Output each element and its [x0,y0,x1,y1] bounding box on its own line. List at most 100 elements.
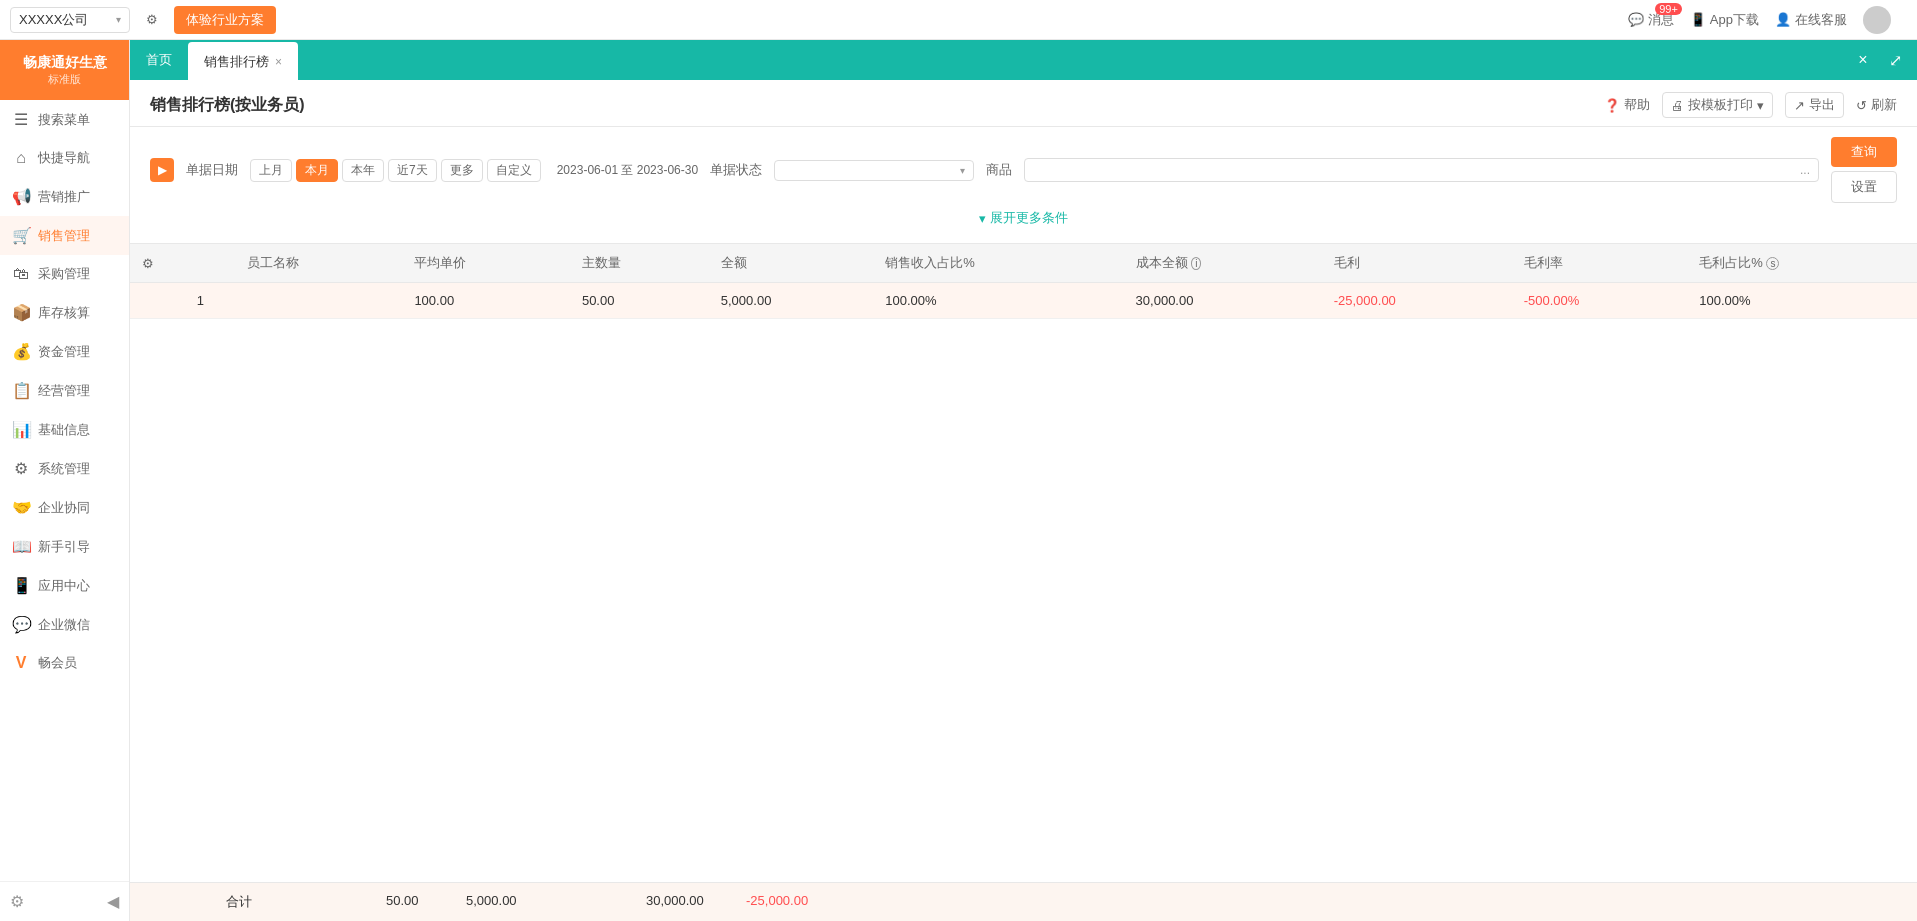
footer-cells: 合计 50.00 5,000.00 30,000.00 -25,000.00 [142,893,1905,911]
export-label: 导出 [1809,96,1835,114]
tab-bar: 首页 销售排行榜 × × ⤢ [130,40,1917,80]
sidebar-item-weixin[interactable]: 💬 企业微信 [0,605,129,644]
refresh-icon: ↺ [1856,98,1867,113]
col-amount: 全额 [709,244,873,283]
settings-button[interactable]: 设置 [1831,171,1897,203]
sidebar-label-sys-mgmt: 系统管理 [38,460,90,478]
cost-info-icon: i [1191,257,1201,270]
tab-home[interactable]: 首页 [130,40,188,80]
sidebar: 畅康通好生意 标准版 ☰ 搜索菜单 ⌂ 快捷导航 📢 营销推广 🛒 销售管理 🛍 [0,40,130,921]
date-btn-7days[interactable]: 近7天 [388,159,437,182]
col-gross-pct: 毛利占比% s [1687,244,1917,283]
window-maximize-icon[interactable]: ⤢ [1881,46,1909,74]
sidebar-label-app-center: 应用中心 [38,577,90,595]
sidebar-label-sales-mgmt: 销售管理 [38,227,90,245]
cell-cost: 30,000.00 [1124,283,1322,319]
tab-sales-ranking[interactable]: 销售排行榜 × [188,42,298,82]
basic-info-icon: 📊 [12,420,30,439]
sidebar-item-finance[interactable]: 💰 资金管理 [0,332,129,371]
window-close-icon[interactable]: × [1849,46,1877,74]
sidebar-label-member: 畅会员 [38,654,77,672]
sidebar-item-basic-info[interactable]: 📊 基础信息 [0,410,129,449]
expand-icon: ▾ [979,211,986,226]
sidebar-item-quick-nav[interactable]: ⌂ 快捷导航 [0,139,129,177]
footer-cost: 30,000.00 [634,893,734,911]
sidebar-label-ops-mgmt: 经营管理 [38,382,90,400]
print-icon: 🖨 [1671,98,1684,113]
sidebar-label-enterprise-collab: 企业协同 [38,499,90,517]
cell-settings [130,283,166,319]
filter-area: ▶ 单据日期 上月 本月 本年 近7天 更多 自定义 2023-06-01 至 … [130,127,1917,244]
date-btn-last-month[interactable]: 上月 [250,159,292,182]
message-button[interactable]: 💬 消息 99+ [1628,11,1674,29]
sidebar-label-inventory: 库存核算 [38,304,90,322]
cell-gross: -25,000.00 [1322,283,1512,319]
sidebar-item-member[interactable]: V 畅会员 [0,644,129,682]
collab-icon: 🤝 [12,498,30,517]
phone-icon: 📱 [1690,12,1706,27]
tab-close-icon[interactable]: × [275,55,282,69]
sidebar-item-app-center[interactable]: 📱 应用中心 [0,566,129,605]
sidebar-item-inventory[interactable]: 📦 库存核算 [0,293,129,332]
guide-icon: 📖 [12,537,30,556]
company-chevron-icon: ▾ [116,14,121,25]
trial-button[interactable]: 体验行业方案 [174,6,276,34]
refresh-button[interactable]: ↺ 刷新 [1856,96,1897,114]
goods-input[interactable]: ... [1024,158,1819,182]
cell-employee [235,283,403,319]
help-button[interactable]: ❓ 帮助 [1604,96,1650,114]
sidebar-collapse-button[interactable]: ◀ [107,892,119,911]
top-bar-right: 💬 消息 99+ 📱 App下载 👤 在线客服 [1628,6,1907,34]
col-gross: 毛利 [1322,244,1512,283]
date-btn-this-year[interactable]: 本年 [342,159,384,182]
help-label: 帮助 [1624,96,1650,114]
filter-toggle-button[interactable]: ▶ [150,158,174,182]
search-icon: ☰ [12,110,30,129]
footer-label: 合计 [214,893,294,911]
date-btn-more[interactable]: 更多 [441,159,483,182]
sidebar-item-marketing[interactable]: 📢 营销推广 [0,177,129,216]
sidebar-label-quick-nav: 快捷导航 [38,149,90,167]
sidebar-nav: ☰ 搜索菜单 ⌂ 快捷导航 📢 营销推广 🛒 销售管理 🛍 采购管理 📦 库 [0,100,129,881]
sidebar-item-ops-mgmt[interactable]: 📋 经营管理 [0,371,129,410]
user-avatar[interactable] [1863,6,1891,34]
cell-amount: 5,000.00 [709,283,873,319]
weixin-icon: 💬 [12,615,30,634]
col-avg-price: 平均单价 [402,244,570,283]
date-shortcuts: 上月 本月 本年 近7天 更多 自定义 [250,159,541,182]
cell-gross-rate: -500.00% [1512,283,1688,319]
action-buttons: 查询 设置 [1831,137,1897,203]
purchase-icon: 🛍 [12,265,30,283]
sidebar-label-search-order: 搜索菜单 [38,111,90,129]
top-settings-button[interactable]: ⚙ [138,6,166,34]
sidebar-settings-button[interactable]: ⚙ [10,892,24,911]
content-area: 首页 销售排行榜 × × ⤢ 销售排行榜(按业务员) ❓ 帮助 [130,40,1917,921]
message-icon: 💬 [1628,12,1644,27]
home-icon: ⌂ [12,149,30,167]
company-selector[interactable]: XXXXX公司 ▾ [10,7,130,33]
online-cs-button[interactable]: 👤 在线客服 [1775,11,1847,29]
export-button[interactable]: ↗ 导出 [1785,92,1844,118]
print-button[interactable]: 🖨 按模板打印 ▾ [1662,92,1773,118]
sidebar-label-finance: 资金管理 [38,343,90,361]
sidebar-item-enterprise-collab[interactable]: 🤝 企业协同 [0,488,129,527]
main-layout: 畅康通好生意 标准版 ☰ 搜索菜单 ⌂ 快捷导航 📢 营销推广 🛒 销售管理 🛍 [0,40,1917,921]
footer-empty-grosspct [924,893,1014,911]
inventory-icon: 📦 [12,303,30,322]
sidebar-item-search-order[interactable]: ☰ 搜索菜单 [0,100,129,139]
date-btn-custom[interactable]: 自定义 [487,159,541,182]
sidebar-label-basic-info: 基础信息 [38,421,90,439]
table-footer: 合计 50.00 5,000.00 30,000.00 -25,000.00 [130,882,1917,921]
query-button[interactable]: 查询 [1831,137,1897,167]
sidebar-item-guide[interactable]: 📖 新手引导 [0,527,129,566]
col-settings[interactable]: ⚙ [130,244,166,283]
sidebar-item-sales-mgmt[interactable]: 🛒 销售管理 [0,216,129,255]
sidebar-item-sys-mgmt[interactable]: ⚙ 系统管理 [0,449,129,488]
expand-more-button[interactable]: ▾ 展开更多条件 [150,203,1897,233]
footer-gross: -25,000.00 [734,893,834,911]
date-btn-this-month[interactable]: 本月 [296,159,338,182]
status-select[interactable]: ▾ [774,160,974,181]
app-download-button[interactable]: 📱 App下载 [1690,11,1759,29]
date-label: 单据日期 [186,161,238,179]
sidebar-item-purchase-mgmt[interactable]: 🛍 采购管理 [0,255,129,293]
